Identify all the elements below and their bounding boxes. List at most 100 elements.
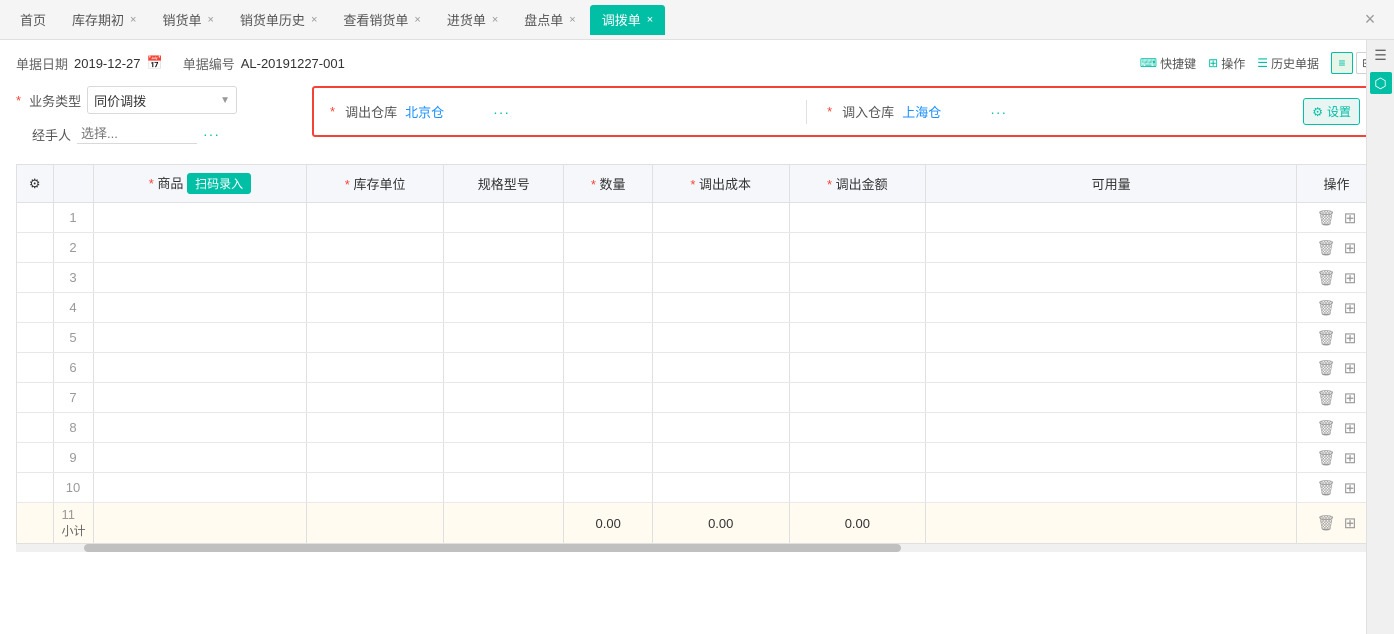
operation-button[interactable]: ⊞ 操作 <box>1208 55 1245 72</box>
row-qty[interactable] <box>564 383 652 413</box>
row-cost[interactable] <box>652 323 789 353</box>
copy-icon[interactable]: ⊞ <box>1344 299 1357 317</box>
row-unit[interactable] <box>307 203 444 233</box>
horizontal-scrollbar[interactable] <box>16 544 1378 552</box>
row-unit[interactable] <box>307 473 444 503</box>
row-unit[interactable] <box>307 413 444 443</box>
row-cost[interactable] <box>652 353 789 383</box>
row-unit[interactable] <box>307 233 444 263</box>
col-gear[interactable]: ⚙ <box>17 165 53 203</box>
row-qty[interactable] <box>564 203 652 233</box>
row-unit[interactable] <box>307 383 444 413</box>
row-spec[interactable] <box>443 233 564 263</box>
row-unit[interactable] <box>307 263 444 293</box>
scrollbar-thumb[interactable] <box>84 544 901 552</box>
row-amount[interactable] <box>789 293 926 323</box>
tab-inventory-init[interactable]: 库存期初 × <box>60 5 148 35</box>
delete-icon[interactable]: 🗑 <box>1317 239 1336 257</box>
row-amount[interactable] <box>789 233 926 263</box>
copy-icon[interactable]: ⊞ <box>1344 239 1357 257</box>
list-view-icon[interactable]: ≡ <box>1331 52 1353 74</box>
row-unit[interactable] <box>307 293 444 323</box>
row-cost[interactable] <box>652 473 789 503</box>
row-qty[interactable] <box>564 323 652 353</box>
out-warehouse-more-button[interactable]: ··· <box>493 104 510 120</box>
row-amount[interactable] <box>789 383 926 413</box>
tab-close-view-sales[interactable]: × <box>414 14 420 26</box>
delete-icon[interactable]: 🗑 <box>1317 359 1336 377</box>
row-spec[interactable] <box>443 383 564 413</box>
copy-icon[interactable]: ⊞ <box>1344 479 1357 497</box>
row-qty[interactable] <box>564 473 652 503</box>
row-spec[interactable] <box>443 353 564 383</box>
delete-icon[interactable]: 🗑 <box>1317 389 1336 407</box>
row-goods[interactable] <box>93 473 307 503</box>
person-more-button[interactable]: ··· <box>203 126 220 142</box>
delete-icon[interactable]: 🗑 <box>1317 299 1336 317</box>
row-qty[interactable] <box>564 263 652 293</box>
tab-close-sales-history[interactable]: × <box>311 14 317 26</box>
row-goods[interactable] <box>93 203 307 233</box>
row-unit[interactable] <box>307 443 444 473</box>
row-goods[interactable] <box>93 263 307 293</box>
history-button[interactable]: ☰ 历史单据 <box>1257 55 1319 72</box>
tab-sales-history[interactable]: 销货单历史 × <box>228 5 329 35</box>
in-warehouse-more-button[interactable]: ··· <box>990 104 1007 120</box>
row-amount[interactable] <box>789 443 926 473</box>
row-spec[interactable] <box>443 323 564 353</box>
row-goods[interactable] <box>93 413 307 443</box>
tab-home[interactable]: 首页 <box>8 5 58 35</box>
copy-icon[interactable]: ⊞ <box>1344 329 1357 347</box>
person-input[interactable] <box>77 124 197 144</box>
row-cost[interactable] <box>652 383 789 413</box>
row-qty[interactable] <box>564 353 652 383</box>
sidebar-list-icon[interactable]: ☰ <box>1370 44 1392 66</box>
copy-icon[interactable]: ⊞ <box>1344 419 1357 437</box>
tab-close-purchase[interactable]: × <box>492 14 498 26</box>
delete-icon[interactable]: 🗑 <box>1317 479 1336 497</box>
delete-icon[interactable]: 🗑 <box>1317 329 1336 347</box>
business-select[interactable]: 同价调拨 ▼ <box>87 86 237 114</box>
row-goods[interactable] <box>93 233 307 263</box>
copy-icon[interactable]: ⊞ <box>1344 359 1357 377</box>
row-goods[interactable] <box>93 443 307 473</box>
row-qty[interactable] <box>564 413 652 443</box>
row-spec[interactable] <box>443 203 564 233</box>
tab-view-sales[interactable]: 查看销货单 × <box>331 5 432 35</box>
row-qty[interactable] <box>564 443 652 473</box>
row-goods[interactable] <box>93 293 307 323</box>
row-cost[interactable] <box>652 263 789 293</box>
row-spec[interactable] <box>443 263 564 293</box>
row-qty[interactable] <box>564 293 652 323</box>
row-cost[interactable] <box>652 233 789 263</box>
calendar-icon[interactable]: 📅 <box>147 55 163 71</box>
delete-icon[interactable]: 🗑 <box>1317 209 1336 227</box>
row-qty[interactable] <box>564 233 652 263</box>
row-amount[interactable] <box>789 203 926 233</box>
row-spec[interactable] <box>443 293 564 323</box>
copy-icon[interactable]: ⊞ <box>1344 514 1357 532</box>
row-cost[interactable] <box>652 293 789 323</box>
row-spec[interactable] <box>443 413 564 443</box>
row-cost[interactable] <box>652 413 789 443</box>
row-goods[interactable] <box>93 323 307 353</box>
tab-transfer[interactable]: 调拨单 × <box>590 5 665 35</box>
row-amount[interactable] <box>789 353 926 383</box>
tab-close-stocktake[interactable]: × <box>569 14 575 26</box>
delete-icon[interactable]: 🗑 <box>1317 269 1336 287</box>
tab-close-transfer[interactable]: × <box>647 14 653 26</box>
close-window-button[interactable]: × <box>1354 4 1386 36</box>
row-goods[interactable] <box>93 383 307 413</box>
row-spec[interactable] <box>443 473 564 503</box>
row-amount[interactable] <box>789 413 926 443</box>
copy-icon[interactable]: ⊞ <box>1344 449 1357 467</box>
row-unit[interactable] <box>307 323 444 353</box>
copy-icon[interactable]: ⊞ <box>1344 269 1357 287</box>
sidebar-expand-icon[interactable]: ⬡ <box>1370 72 1392 94</box>
settings-button[interactable]: ⚙ 设置 <box>1303 98 1360 125</box>
row-amount[interactable] <box>789 263 926 293</box>
tab-close-sales-order[interactable]: × <box>207 14 213 26</box>
tab-sales-order[interactable]: 销货单 × <box>150 5 225 35</box>
scan-button[interactable]: 扫码录入 <box>187 173 251 194</box>
copy-icon[interactable]: ⊞ <box>1344 389 1357 407</box>
